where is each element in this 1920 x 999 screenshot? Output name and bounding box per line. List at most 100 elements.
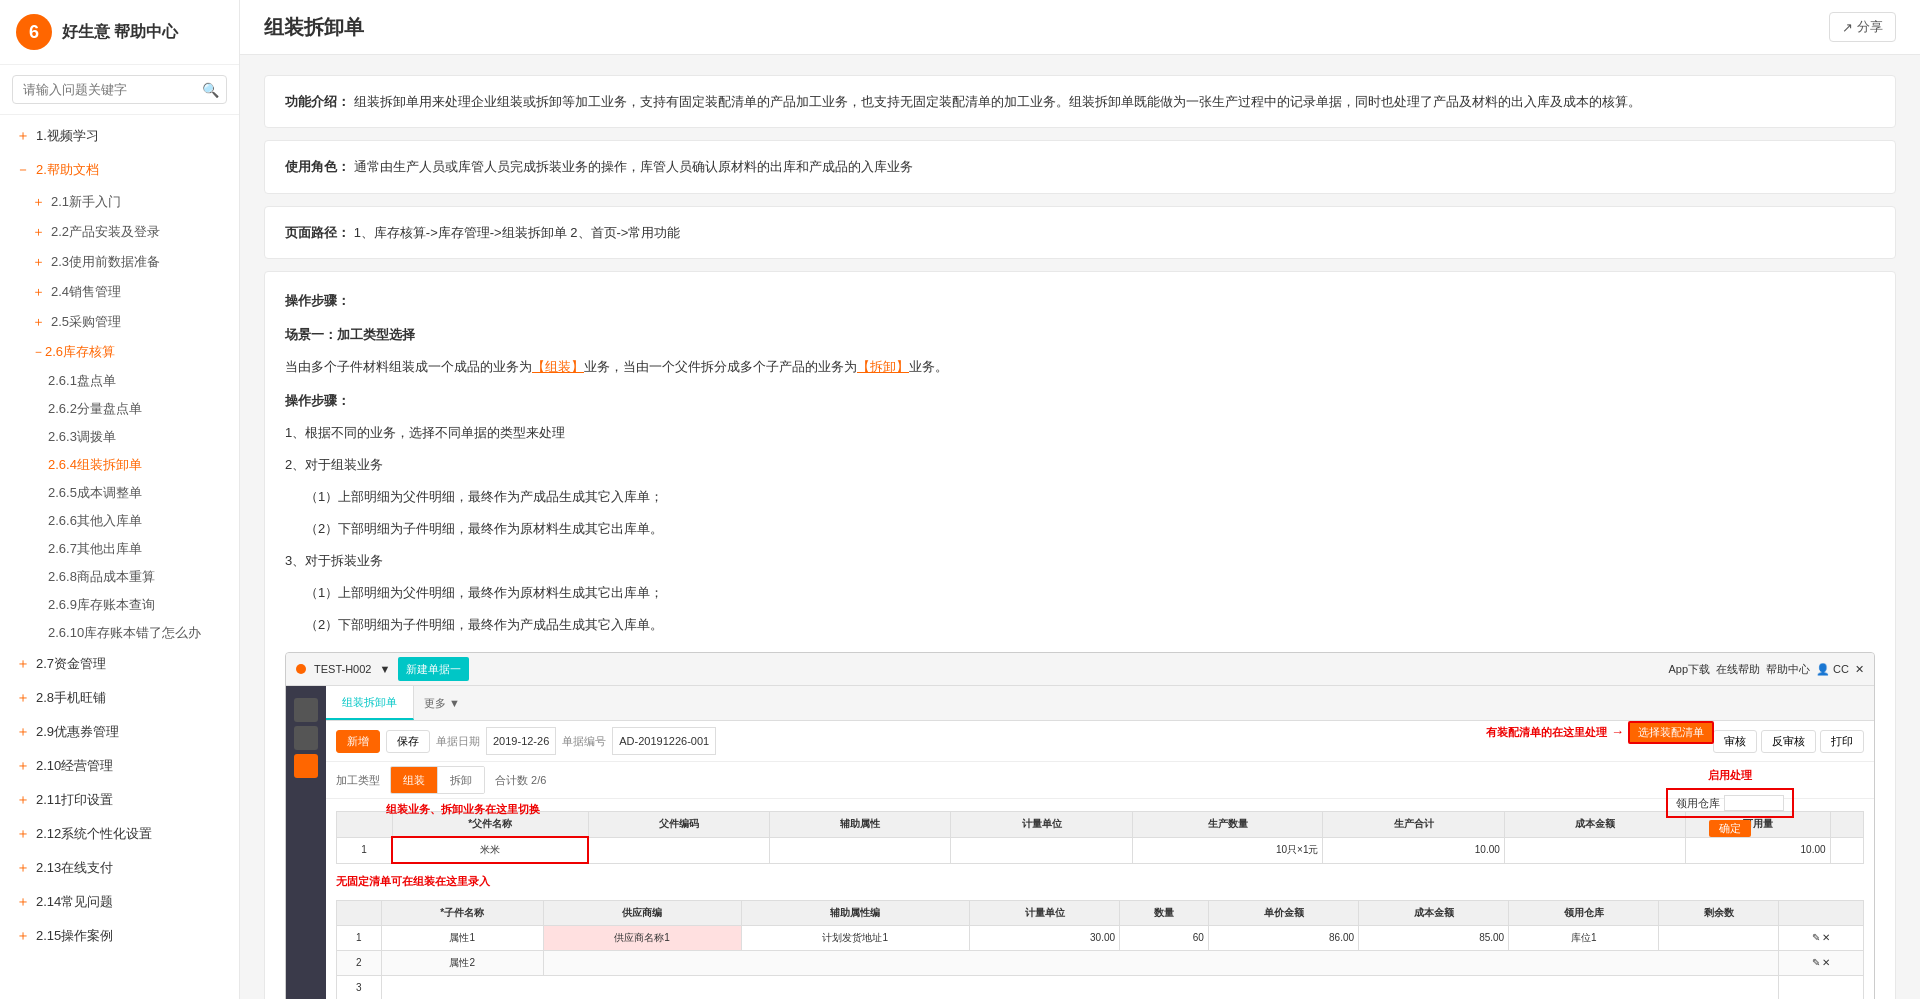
sidebar-item-212[interactable]: ＋ 2.12系统个性化设置 <box>0 817 239 851</box>
sidebar-item-29[interactable]: ＋ 2.9优惠券管理 <box>0 715 239 749</box>
mock-confirm-btn[interactable]: 确定 <box>1709 820 1751 837</box>
mock-count-label: 合计数 2/6 <box>495 769 546 791</box>
scene1-label: 场景一：加工类型选择 <box>285 322 1875 348</box>
btd-action3 <box>1778 976 1863 999</box>
mock-enable-box: 领用仓库 <box>1666 788 1794 818</box>
annotation2-text: 组装业务、拆卸业务在这里切换 <box>386 803 540 815</box>
search-input[interactable] <box>12 75 227 104</box>
annotation2-container: 组装业务、拆卸业务在这里切换 <box>386 796 540 822</box>
sidebar-item-22[interactable]: ＋ 2.2产品安装及登录 <box>0 217 239 247</box>
mock-orderno-label: 单据编号 <box>562 730 606 752</box>
expand-icon: ＋ <box>16 927 30 945</box>
bth-unit: 计量单位 <box>969 901 1119 926</box>
sidebar-item-214[interactable]: ＋ 2.14常见问题 <box>0 885 239 919</box>
th-checkbox <box>337 812 393 838</box>
step3-sub2: （2）下部明细为子件明细，最终作为产成品生成其它入库单。 <box>285 612 1875 638</box>
sidebar-item-21[interactable]: ＋ 2.1新手入门 <box>0 187 239 217</box>
content-area: 功能介绍： 组装拆卸单用来处理企业组装或拆卸等加工业务，支持有固定装配清单的产品… <box>240 55 1920 999</box>
btd-num2: 2 <box>337 951 382 976</box>
mock-right-btns: 审核 反审核 打印 <box>1713 730 1864 753</box>
annotation1-arrow: → <box>1611 719 1624 745</box>
mock-window-bar: TEST-H002 ▼ 新建单据一 App下载 在线帮助 帮助中心 👤 CC ✕ <box>286 653 1874 686</box>
mock-btn-audit[interactable]: 审核 <box>1713 730 1757 753</box>
sidebar-item-label: 2.15操作案例 <box>36 927 113 945</box>
bth-unit-price: 单价金额 <box>1208 901 1358 926</box>
mock-btn-new[interactable]: 新增 <box>336 730 380 753</box>
mock-type-disassembly[interactable]: 拆卸 <box>437 767 484 793</box>
annotation1-container: 有装配清单的在这里处理 → 选择装配清单 <box>1486 719 1714 745</box>
nav-sub-26: 2.6.1盘点单 2.6.2分量盘点单 2.6.3调拨单 2.6.4组装拆卸单 … <box>0 367 239 647</box>
sidebar-item-25[interactable]: ＋ 2.5采购管理 <box>0 307 239 337</box>
td-cost <box>1504 837 1685 863</box>
expand-icon: ＋ <box>16 723 30 741</box>
mock-select-btn[interactable]: 选择装配清单 <box>1628 721 1714 744</box>
mock-close-icon[interactable]: ✕ <box>1855 658 1864 680</box>
link-assembly[interactable]: 【组装】 <box>532 359 584 374</box>
link-disassembly[interactable]: 【拆卸】 <box>857 359 909 374</box>
sidebar-leaf-261[interactable]: 2.6.1盘点单 <box>0 367 239 395</box>
role-block: 使用角色： 通常由生产人员或库管人员完成拆装业务的操作，库管人员确认原材料的出库… <box>264 140 1896 193</box>
mock-nav-icons <box>286 686 326 784</box>
btd-unit-price: 86.00 <box>1208 926 1358 951</box>
td-num: 1 <box>337 837 393 863</box>
expand-icon: ＋ <box>16 791 30 809</box>
sidebar-leaf-265[interactable]: 2.6.5成本调整单 <box>0 479 239 507</box>
role-label: 使用角色： <box>285 159 350 174</box>
mock-app-icon: App下载 <box>1668 658 1710 680</box>
mock-top-table: *父件名称 父件编码 辅助属性 计量单位 生产数量 生产合计 成本金额 可用量 <box>336 811 1864 864</box>
sidebar-item-27[interactable]: ＋ 2.7资金管理 <box>0 647 239 681</box>
bth-warehouse: 领用仓库 <box>1509 901 1659 926</box>
td-unit <box>951 837 1132 863</box>
sidebar-item-210[interactable]: ＋ 2.10经营管理 <box>0 749 239 783</box>
table-row: 1 属性1 供应商名称1 计划发货地址1 30.00 60 86.00 85.0… <box>337 926 1864 951</box>
sidebar-item-211[interactable]: ＋ 2.11打印设置 <box>0 783 239 817</box>
collapse-icon: － <box>32 343 45 361</box>
expand-icon: ＋ <box>16 859 30 877</box>
mock-btn-print[interactable]: 打印 <box>1820 730 1864 753</box>
btd-action2: ✎ ✕ <box>1778 951 1863 976</box>
bth-cost: 成本金额 <box>1359 901 1509 926</box>
sidebar-leaf-264[interactable]: 2.6.4组装拆卸单 <box>0 451 239 479</box>
app-logo: 6 <box>16 14 52 50</box>
sidebar-leaf-267[interactable]: 2.6.7其他出库单 <box>0 535 239 563</box>
expand-icon: ＋ <box>16 655 30 673</box>
sidebar-leaf-262[interactable]: 2.6.2分量盘点单 <box>0 395 239 423</box>
mock-tab-more[interactable]: 更多 ▼ <box>414 687 470 719</box>
step2-sub1: （1）上部明细为父件明细，最终作为产成品生成其它入库单； <box>285 484 1875 510</box>
expand-icon: ＋ <box>32 283 45 301</box>
mock-new-btn[interactable]: 新建单据一 <box>398 657 469 681</box>
sidebar-item-215[interactable]: ＋ 2.15操作案例 <box>0 919 239 953</box>
sidebar-leaf-268[interactable]: 2.6.8商品成本重算 <box>0 563 239 591</box>
page-title: 组装拆卸单 <box>264 14 364 41</box>
td-prod-total: 10.00 <box>1323 837 1504 863</box>
sidebar-leaf-269[interactable]: 2.6.9库存账本查询 <box>0 591 239 619</box>
sidebar-leaf-2610[interactable]: 2.6.10库存账本错了怎么办 <box>0 619 239 647</box>
mock-enable-input[interactable] <box>1724 795 1784 811</box>
sidebar-leaf-266[interactable]: 2.6.6其他入库单 <box>0 507 239 535</box>
bth-action <box>1778 901 1863 926</box>
sidebar-item-28[interactable]: ＋ 2.8手机旺铺 <box>0 681 239 715</box>
sidebar-item-label: 1.视频学习 <box>36 127 99 145</box>
annotation4-text: 无固定清单可在组装在这里录入 <box>336 875 490 887</box>
mock-enable-label: 领用仓库 <box>1676 792 1720 814</box>
share-button[interactable]: ↗ 分享 <box>1829 12 1896 42</box>
mock-btn-other[interactable]: 反审核 <box>1761 730 1816 753</box>
expand-icon: ＋ <box>32 313 45 331</box>
sidebar-item-24[interactable]: ＋ 2.4销售管理 <box>0 277 239 307</box>
mock-btn-save[interactable]: 保存 <box>386 730 430 753</box>
btd-warehouse: 库位1 <box>1509 926 1659 951</box>
sidebar-item-1-video[interactable]: ＋ 1.视频学习 <box>0 119 239 153</box>
sidebar-item-23[interactable]: ＋ 2.3使用前数据准备 <box>0 247 239 277</box>
func-intro-block: 功能介绍： 组装拆卸单用来处理企业组装或拆卸等加工业务，支持有固定装配清单的产品… <box>264 75 1896 128</box>
btd-num3: 3 <box>337 976 382 999</box>
mock-dropdown-icon: ▼ <box>379 658 390 680</box>
mock-type-assembly[interactable]: 组装 <box>391 767 437 793</box>
sidebar-item-26[interactable]: － 2.6库存核算 <box>0 337 239 367</box>
sidebar-leaf-263[interactable]: 2.6.3调拨单 <box>0 423 239 451</box>
btd-cost: 85.00 <box>1359 926 1509 951</box>
sidebar-item-213[interactable]: ＋ 2.13在线支付 <box>0 851 239 885</box>
sidebar-item-2-docs[interactable]: － 2.帮助文档 <box>0 153 239 187</box>
th-cost: 成本金额 <box>1504 812 1685 838</box>
search-icon[interactable]: 🔍 <box>202 82 219 98</box>
mock-tab-new[interactable]: 组装拆卸单 <box>326 686 414 720</box>
